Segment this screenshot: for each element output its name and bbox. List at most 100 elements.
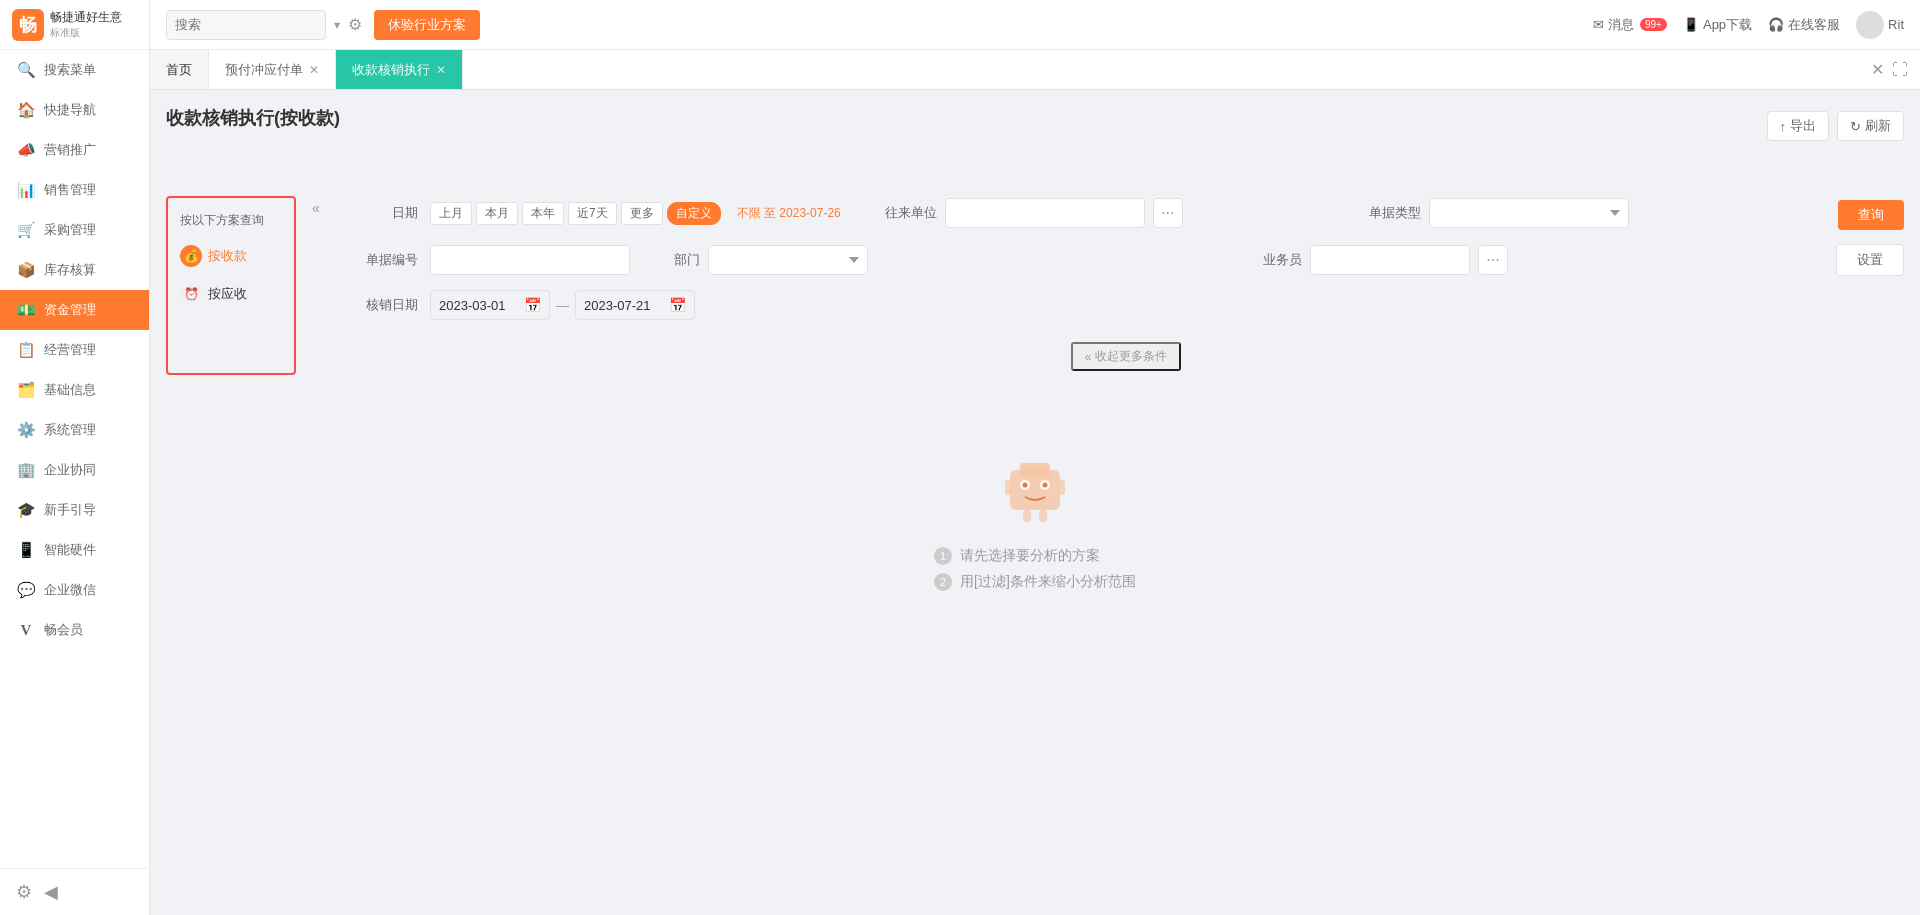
collapse-sidebar-icon[interactable]: ◀ (44, 881, 58, 903)
sidebar: 畅 畅捷通好生意 标准版 🔍 搜索菜单 🏠 快捷导航 📣 营销推广 📊 销售管理… (0, 0, 150, 915)
wechat-icon: 💬 (16, 580, 36, 600)
query-row-1: 日期 上月 本月 本年 近7天 更多 自定义 不限 至 2023-07-26 往… (348, 196, 1904, 230)
sidebar-item-marketing[interactable]: 📣 营销推广 (0, 130, 149, 170)
system-icon: ⚙️ (16, 420, 36, 440)
message-btn[interactable]: ✉ 消息 99+ (1593, 16, 1667, 34)
user-avatar (1856, 11, 1884, 39)
filter-receivable-icon: ⏰ (180, 283, 202, 305)
sidebar-item-inventory[interactable]: 📦 库存核算 (0, 250, 149, 290)
sidebar-item-search[interactable]: 🔍 搜索菜单 (0, 50, 149, 90)
verify-date-range: 2023-03-01 📅 — 2023-07-21 📅 (430, 290, 695, 320)
tab-prepay-close-icon[interactable]: ✕ (309, 63, 319, 77)
collapse-filter-btn[interactable]: « (312, 196, 332, 375)
sidebar-item-guide[interactable]: 🎓 新手引导 (0, 490, 149, 530)
filter-area: 按以下方案查询 💰 按收款 ⏰ 按应收 « 日期 (166, 196, 1904, 375)
doc-type-label: 单据类型 (1369, 204, 1421, 222)
sidebar-item-wechat[interactable]: 💬 企业微信 (0, 570, 149, 610)
tab-receivable[interactable]: 收款核销执行 ✕ (336, 50, 463, 89)
sidebar-item-basic[interactable]: 🗂️ 基础信息 (0, 370, 149, 410)
counterpart-input[interactable] (945, 198, 1145, 228)
sidebar-item-enterprise[interactable]: 🏢 企业协同 (0, 450, 149, 490)
export-icon: ↑ (1780, 119, 1787, 134)
refresh-btn[interactable]: ↻ 刷新 (1837, 111, 1904, 141)
tab-expand-icon[interactable]: ⛶ (1892, 61, 1908, 79)
sidebar-item-sales[interactable]: 📊 销售管理 (0, 170, 149, 210)
dept-select[interactable] (708, 245, 868, 275)
topbar-right: ✉ 消息 99+ 📱 App下载 🎧 在线客服 Rit (1593, 11, 1904, 39)
query-buttons: 查询 (1838, 196, 1904, 230)
date-btn-this-month[interactable]: 本月 (476, 202, 518, 225)
topbar-gear-icon[interactable]: ⚙ (348, 15, 362, 34)
search-icon: 🔍 (16, 60, 36, 80)
sidebar-item-finance[interactable]: 💵 资金管理 (0, 290, 149, 330)
topbar-search-input[interactable] (166, 10, 326, 40)
date-btn-more[interactable]: 更多 (621, 202, 663, 225)
date-dash: — (556, 298, 569, 313)
calendar-start-icon[interactable]: 📅 (524, 297, 541, 313)
query-btn[interactable]: 查询 (1838, 200, 1904, 230)
filter-option-receipt[interactable]: 💰 按收款 (168, 237, 294, 275)
counterpart-group: 往来单位 ··· (885, 198, 1326, 228)
app-name: 畅捷通好生意 标准版 (50, 10, 122, 39)
svg-point-4 (1023, 483, 1028, 488)
doc-no-input[interactable] (430, 245, 630, 275)
date-btn-last-month[interactable]: 上月 (430, 202, 472, 225)
home-icon: 🏠 (16, 100, 36, 120)
empty-illustration (985, 435, 1085, 535)
empty-tips: 1 请先选择要分析的方案 2 用[过滤]条件来缩小分析范围 (934, 547, 1136, 591)
app-download-btn[interactable]: 📱 App下载 (1683, 16, 1752, 34)
app-icon: 📱 (1683, 17, 1699, 32)
empty-tip-2: 2 用[过滤]条件来缩小分析范围 (934, 573, 1136, 591)
tab-home[interactable]: 首页 (150, 50, 209, 89)
tab-receivable-close-icon[interactable]: ✕ (436, 63, 446, 77)
settings-gear-icon[interactable]: ⚙ (16, 881, 32, 903)
verify-start-input[interactable]: 2023-03-01 📅 (430, 290, 550, 320)
date-btn-custom[interactable]: 自定义 (667, 202, 721, 225)
dept-group: 部门 (674, 245, 1219, 275)
counterpart-dots-btn[interactable]: ··· (1153, 198, 1183, 228)
logo-icon: 畅 (12, 9, 44, 41)
salesperson-group: 业务员 ··· (1263, 245, 1808, 275)
tip-num-2: 2 (934, 573, 952, 591)
date-btns: 上月 本月 本年 近7天 更多 自定义 (430, 202, 721, 225)
verify-start-value: 2023-03-01 (439, 298, 506, 313)
counterpart-label: 往来单位 (885, 204, 937, 222)
salesperson-input[interactable] (1310, 245, 1470, 275)
empty-state: 1 请先选择要分析的方案 2 用[过滤]条件来缩小分析范围 (166, 375, 1904, 631)
filter-option-receivable[interactable]: ⏰ 按应收 (168, 275, 294, 313)
sidebar-item-system[interactable]: ⚙️ 系统管理 (0, 410, 149, 450)
dept-label: 部门 (674, 251, 700, 269)
enterprise-icon: 🏢 (16, 460, 36, 480)
online-service-btn[interactable]: 🎧 在线客服 (1768, 16, 1840, 34)
sidebar-item-hardware[interactable]: 📱 智能硬件 (0, 530, 149, 570)
search-chevron-icon[interactable]: ▾ (334, 18, 340, 32)
doc-type-select[interactable] (1429, 198, 1629, 228)
date-btn-this-year[interactable]: 本年 (522, 202, 564, 225)
refresh-icon: ↻ (1850, 119, 1861, 134)
collapse-more-area: « 收起更多条件 (348, 334, 1904, 375)
query-row-2: 单据编号 部门 业务员 ··· (348, 244, 1904, 276)
sidebar-item-operation[interactable]: 📋 经营管理 (0, 330, 149, 370)
export-btn[interactable]: ↑ 导出 (1767, 111, 1830, 141)
user-area[interactable]: Rit (1856, 11, 1904, 39)
sidebar-item-purchase[interactable]: 🛒 采购管理 (0, 210, 149, 250)
date-btn-last-7[interactable]: 近7天 (568, 202, 617, 225)
verify-date-label: 核销日期 (348, 296, 418, 314)
calendar-end-icon[interactable]: 📅 (669, 297, 686, 313)
collapse-more-btn[interactable]: « 收起更多条件 (1071, 342, 1182, 371)
tab-close-all-icon[interactable]: ✕ (1871, 60, 1884, 79)
filter-sidebar: 按以下方案查询 💰 按收款 ⏰ 按应收 (166, 196, 296, 375)
setting-btn[interactable]: 设置 (1836, 244, 1904, 276)
query-row-3: 核销日期 2023-03-01 📅 — 2023-07-21 📅 (348, 290, 1904, 320)
salesperson-dots-btn[interactable]: ··· (1478, 245, 1508, 275)
main-area: ▾ ⚙ 休验行业方案 ✉ 消息 99+ 📱 App下载 🎧 在线客服 Rit (150, 0, 1920, 915)
industry-btn[interactable]: 休验行业方案 (374, 10, 480, 40)
empty-tip-1: 1 请先选择要分析的方案 (934, 547, 1136, 565)
verify-end-input[interactable]: 2023-07-21 📅 (575, 290, 695, 320)
page-header: 收款核销执行(按收款) ↑ 导出 ↻ 刷新 (166, 106, 1904, 146)
tab-prepay[interactable]: 预付冲应付单 ✕ (209, 50, 336, 89)
sidebar-item-quick[interactable]: 🏠 快捷导航 (0, 90, 149, 130)
sidebar-item-member[interactable]: V 畅会员 (0, 610, 149, 650)
collapse-more-icon: « (1085, 350, 1092, 364)
marketing-icon: 📣 (16, 140, 36, 160)
